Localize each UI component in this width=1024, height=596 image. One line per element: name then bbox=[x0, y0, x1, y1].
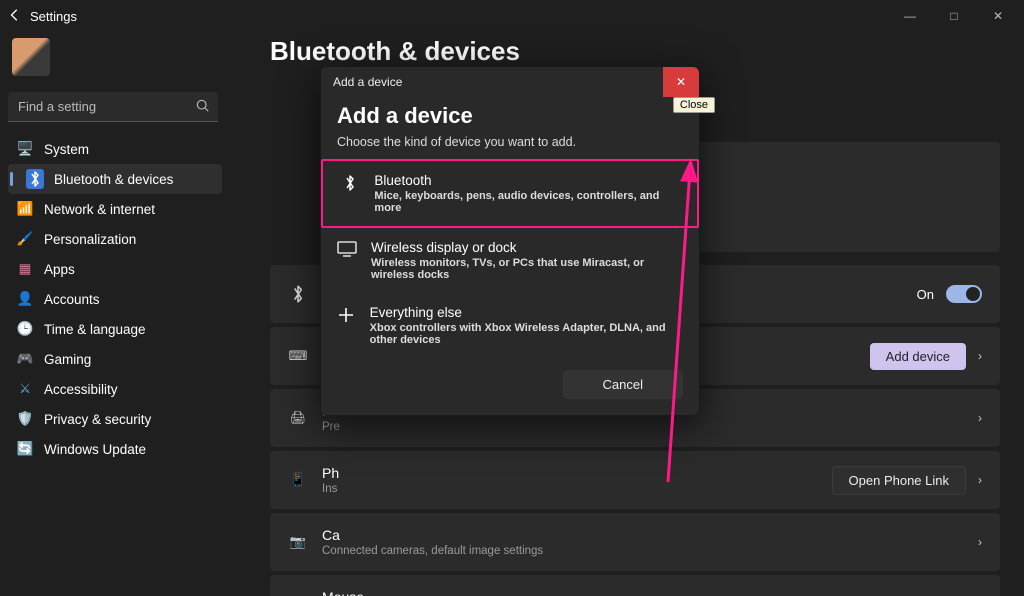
option-title: Everything else bbox=[370, 305, 683, 320]
add-device-button[interactable]: Add device bbox=[870, 343, 966, 370]
search-icon bbox=[196, 99, 210, 113]
sidebar-item-time-language[interactable]: 🕒 Time & language bbox=[8, 314, 222, 344]
sidebar-item-label: System bbox=[44, 142, 89, 157]
sidebar-item-windows-update[interactable]: 🔄 Windows Update bbox=[8, 434, 222, 464]
back-button[interactable] bbox=[8, 8, 22, 25]
bluetooth-icon bbox=[26, 169, 44, 189]
option-desc: Xbox controllers with Xbox Wireless Adap… bbox=[370, 322, 683, 346]
nav-icon: 👤 bbox=[16, 291, 34, 307]
devices-icon: ⌨ bbox=[288, 348, 308, 364]
sidebar-item-label: Gaming bbox=[44, 352, 91, 367]
nav-list: 🖥️ System Bluetooth & devices 📶 Network & in… bbox=[8, 134, 222, 464]
window-maximize[interactable]: □ bbox=[932, 2, 976, 30]
chevron-right-icon: › bbox=[978, 473, 982, 487]
dialog-cancel-button[interactable]: Cancel bbox=[563, 370, 683, 399]
sidebar-item-network-internet[interactable]: 📶 Network & internet bbox=[8, 194, 222, 224]
phone-icon: 📱 bbox=[288, 472, 308, 488]
mouse-card[interactable]: 🖱 MouseButtons, mouse pointer speed, scr… bbox=[270, 575, 1000, 596]
bluetooth-outline-icon bbox=[288, 284, 308, 304]
arrow-left-icon bbox=[8, 8, 22, 22]
window-minimize[interactable]: — bbox=[888, 2, 932, 30]
sidebar-item-accessibility[interactable]: ⚔ Accessibility bbox=[8, 374, 222, 404]
nav-icon: 🎮 bbox=[16, 351, 34, 367]
sidebar-item-label: Accounts bbox=[44, 292, 100, 307]
display-icon bbox=[337, 240, 357, 262]
chevron-right-icon: › bbox=[978, 535, 982, 549]
nav-icon: 🖥️ bbox=[16, 141, 34, 157]
sidebar-item-label: Network & internet bbox=[44, 202, 155, 217]
sidebar-item-label: Accessibility bbox=[44, 382, 118, 397]
camera-icon: 📷 bbox=[288, 534, 308, 550]
page-title: Bluetooth & devices bbox=[270, 36, 1000, 67]
nav-icon: 🔄 bbox=[16, 441, 34, 457]
sidebar-item-label: Personalization bbox=[44, 232, 136, 247]
option-title: Wireless display or dock bbox=[371, 240, 683, 255]
dialog-title: Add a device bbox=[337, 103, 683, 129]
sidebar-item-bluetooth-devices[interactable]: Bluetooth & devices bbox=[8, 164, 222, 194]
sidebar-item-personalization[interactable]: 🖌️ Personalization bbox=[8, 224, 222, 254]
add-option-everything-else[interactable]: Everything else Xbox controllers with Xbo… bbox=[321, 293, 699, 358]
plus-icon bbox=[337, 305, 356, 329]
dialog-close-button[interactable]: ✕ Close bbox=[663, 67, 699, 97]
phone-card[interactable]: 📱 PhIns Open Phone Link › bbox=[270, 451, 1000, 509]
add-option-wireless-display-or-dock[interactable]: Wireless display or dock Wireless monitor… bbox=[321, 228, 699, 293]
dialog-titlebar-text: Add a device bbox=[333, 75, 402, 89]
nav-icon: 🕒 bbox=[16, 321, 34, 337]
nav-icon: 🖌️ bbox=[16, 231, 34, 247]
sidebar-item-label: Windows Update bbox=[44, 442, 146, 457]
nav-icon: ⚔ bbox=[16, 381, 34, 397]
bluetooth-icon bbox=[339, 173, 360, 197]
chevron-right-icon: › bbox=[978, 349, 982, 363]
printer-icon: 🖨 bbox=[288, 410, 308, 426]
window-title: Settings bbox=[30, 9, 77, 24]
bluetooth-toggle[interactable] bbox=[946, 285, 982, 303]
sidebar-item-label: Apps bbox=[44, 262, 75, 277]
nav-icon: ▦ bbox=[16, 261, 34, 277]
avatar[interactable] bbox=[12, 38, 50, 76]
add-option-bluetooth[interactable]: Bluetooth Mice, keyboards, pens, audio de… bbox=[321, 159, 699, 228]
titlebar: Settings — □ ✕ bbox=[0, 0, 1024, 32]
close-tooltip: Close bbox=[673, 97, 715, 113]
nav-icon: 📶 bbox=[16, 201, 34, 217]
add-device-dialog: Add a device ✕ Close Add a device Choose… bbox=[320, 66, 700, 416]
sidebar-item-system[interactable]: 🖥️ System bbox=[8, 134, 222, 164]
window-controls: — □ ✕ bbox=[888, 2, 1020, 30]
chevron-right-icon: › bbox=[978, 411, 982, 425]
option-title: Bluetooth bbox=[374, 173, 681, 188]
nav-icon: 🛡️ bbox=[16, 411, 34, 427]
dialog-subtitle: Choose the kind of device you want to ad… bbox=[337, 135, 683, 149]
sidebar-item-accounts[interactable]: 👤 Accounts bbox=[8, 284, 222, 314]
cameras-card[interactable]: 📷 CaConnected cameras, default image set… bbox=[270, 513, 1000, 571]
sidebar-item-privacy-security[interactable]: 🛡️ Privacy & security bbox=[8, 404, 222, 434]
bluetooth-state-label: On bbox=[917, 287, 934, 302]
open-phone-link-button[interactable]: Open Phone Link bbox=[832, 466, 966, 495]
option-desc: Wireless monitors, TVs, or PCs that use … bbox=[371, 257, 683, 281]
sidebar-item-label: Bluetooth & devices bbox=[54, 172, 173, 187]
window-close[interactable]: ✕ bbox=[976, 2, 1020, 30]
option-desc: Mice, keyboards, pens, audio devices, co… bbox=[374, 190, 681, 214]
sidebar: 🖥️ System Bluetooth & devices 📶 Network & in… bbox=[0, 32, 230, 596]
sidebar-item-label: Time & language bbox=[44, 322, 146, 337]
search-input[interactable] bbox=[8, 92, 218, 122]
sidebar-item-label: Privacy & security bbox=[44, 412, 151, 427]
sidebar-item-apps[interactable]: ▦ Apps bbox=[8, 254, 222, 284]
sidebar-item-gaming[interactable]: 🎮 Gaming bbox=[8, 344, 222, 374]
